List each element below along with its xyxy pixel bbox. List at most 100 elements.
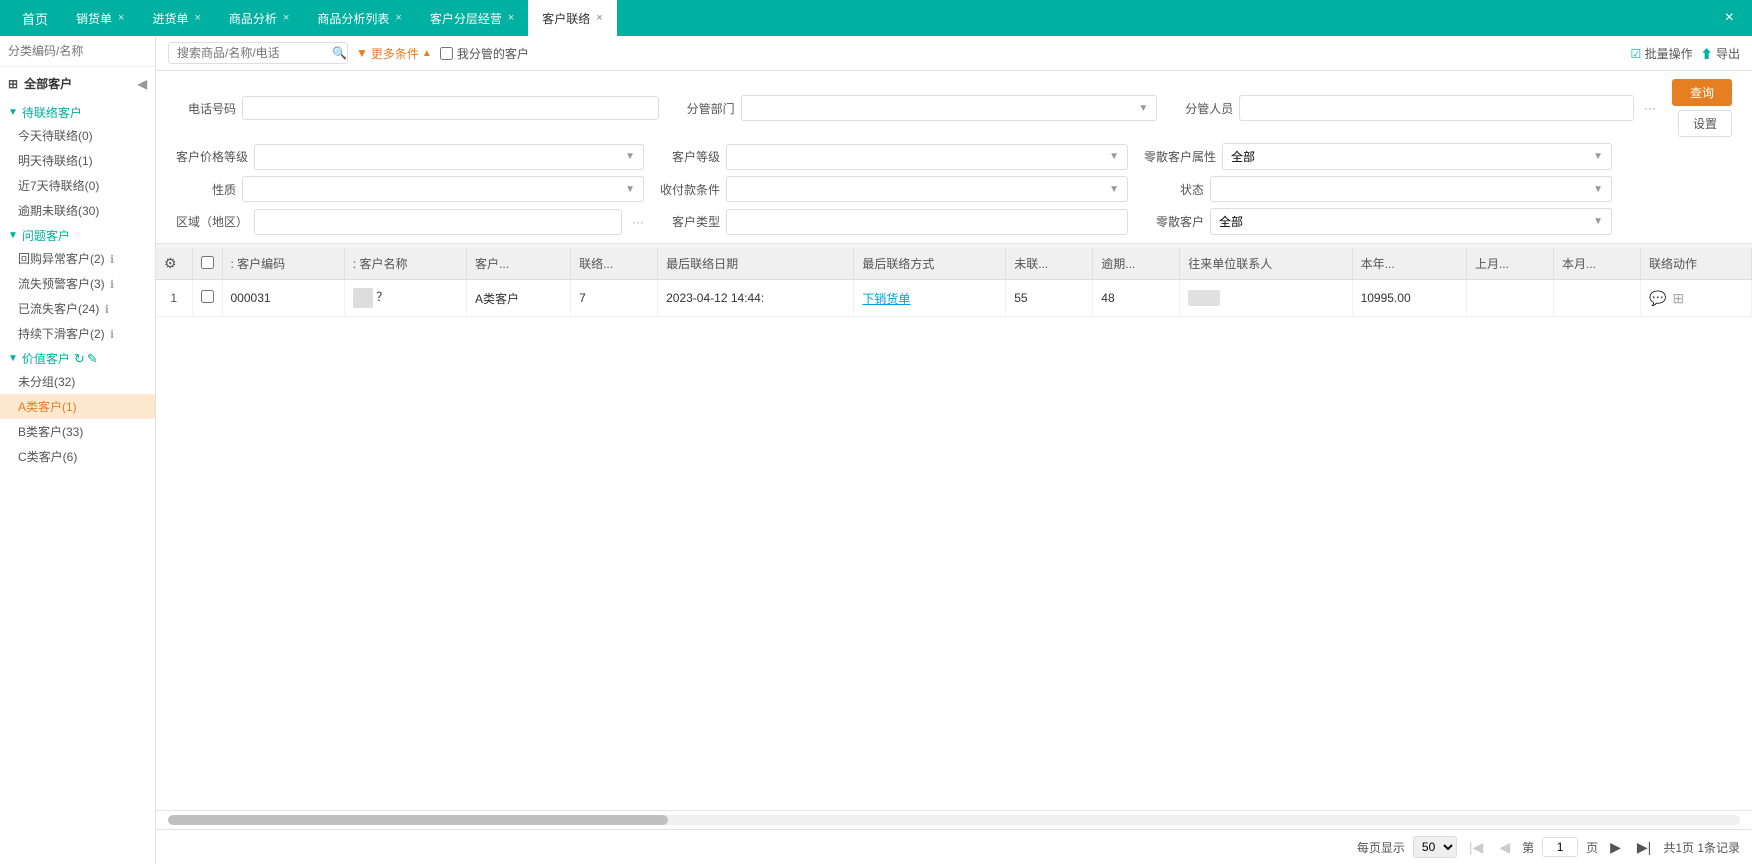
settings-button[interactable]: 设置	[1678, 110, 1732, 137]
sidebar-item-today[interactable]: 今天待联络(0)	[0, 123, 155, 148]
export-btn[interactable]: ⬆ 导出	[1701, 45, 1740, 62]
nav-purchase-order[interactable]: 进货单 ×	[138, 0, 214, 36]
region-dots[interactable]: ···	[632, 215, 644, 229]
nav-close-product-list[interactable]: ×	[395, 12, 401, 24]
sidebar-item-unclassified[interactable]: 未分组(32)	[0, 369, 155, 394]
per-page-select[interactable]: 50	[1413, 836, 1457, 858]
retail-customer-select[interactable]: 全部 ▼	[1210, 208, 1612, 235]
nav-customer-contact[interactable]: 客户联络 ×	[528, 0, 616, 36]
query-button[interactable]: 查询	[1672, 79, 1732, 106]
sidebar-item-declining[interactable]: 持续下滑客户(2) ℹ	[0, 321, 155, 346]
phone-input[interactable]	[242, 96, 659, 120]
customer-level-select[interactable]: ▼	[726, 144, 1128, 170]
contact-method-link[interactable]: 下销货单	[862, 292, 910, 306]
nav-close-all[interactable]: ×	[1715, 9, 1744, 27]
nav-customer-tier[interactable]: 客户分层经营 ×	[416, 0, 528, 36]
toolbar: 🔍 ▼ 更多条件 ▲ 我分管的客户 ☑ 批量操作 ⬆ 导出	[156, 36, 1752, 71]
table-row: 1 000031 ？ A类客户 7 2023-04-12 14:44:	[156, 280, 1752, 317]
sidebar-item-churn-warning[interactable]: 流失预警客户(3) ℹ	[0, 271, 155, 296]
nav-close-product-analysis[interactable]: ×	[283, 12, 289, 24]
region-select[interactable]	[254, 209, 622, 235]
search-input[interactable]	[177, 46, 332, 60]
refresh-icon-value[interactable]: ↻	[74, 351, 85, 367]
status-select[interactable]: ▼	[1210, 176, 1612, 202]
edit-icon-value[interactable]: ✎	[87, 351, 98, 367]
region-label: 区域（地区）	[176, 213, 248, 230]
sidebar-item-tomorrow[interactable]: 明天待联络(1)	[0, 148, 155, 173]
dept-select[interactable]: ▼	[741, 95, 1158, 121]
nav-home[interactable]: 首页	[8, 0, 62, 36]
retail-attr-select[interactable]: 全部 ▼	[1222, 143, 1612, 170]
filter-person: 分管人员 ···	[1165, 95, 1664, 121]
nav-close-tier[interactable]: ×	[508, 12, 514, 24]
row-checkbox[interactable]	[201, 290, 214, 303]
sidebar-item-churned[interactable]: 已流失客户(24) ℹ	[0, 296, 155, 321]
customer-type-select[interactable]	[726, 209, 1128, 235]
prev-page-btn[interactable]: ◀	[1495, 839, 1514, 856]
row-actions: 💬 ⊞	[1641, 280, 1752, 317]
sidebar-collapse-btn[interactable]: ◀	[138, 77, 147, 91]
nav-close-purchase[interactable]: ×	[194, 12, 200, 24]
status-label: 状态	[1144, 181, 1204, 198]
filter-customer-level: 客户等级 ▼	[652, 144, 1136, 170]
price-level-arrow: ▼	[625, 151, 635, 162]
filter-customer-type: 客户类型	[652, 209, 1136, 235]
sidebar-group-pending[interactable]: ▼ 待联络客户	[0, 100, 155, 123]
nav-product-analysis[interactable]: 商品分析 ×	[215, 0, 303, 36]
sidebar-title: 全部客户	[24, 75, 72, 92]
col-this-month: 本月...	[1553, 248, 1640, 280]
price-level-label: 客户价格等级	[176, 148, 248, 165]
col-actions: 联络动作	[1641, 248, 1752, 280]
filter-price-level: 客户价格等级 ▼	[168, 144, 652, 170]
arrow-pending: ▼	[8, 107, 18, 118]
message-action-icon[interactable]: 💬	[1649, 290, 1666, 307]
my-customer-check[interactable]: 我分管的客户	[440, 45, 529, 62]
export-icon: ⬆	[1701, 47, 1713, 61]
sidebar-group-value[interactable]: ▼ 价值客户 ↻ ✎	[0, 346, 155, 369]
retail-customer-arrow: ▼	[1593, 216, 1603, 227]
scroll-thumb[interactable]	[168, 815, 668, 825]
filter-more-btn[interactable]: ▼ 更多条件 ▲	[356, 45, 432, 62]
payment-arrow: ▼	[1109, 184, 1119, 195]
filter-row-1: 电话号码 分管部门 ▼ 分管人员 ··· 查询 设置	[168, 79, 1740, 137]
sidebar-search-input[interactable]	[8, 44, 156, 58]
nature-select[interactable]: ▼	[242, 176, 644, 202]
sidebar-item-overdue-contact[interactable]: 逾期未联络(30)	[0, 198, 155, 223]
row-partner-contact	[1180, 280, 1352, 317]
page-input[interactable]	[1542, 837, 1578, 857]
batch-op-btn[interactable]: ☑ 批量操作	[1631, 45, 1693, 62]
price-level-select[interactable]: ▼	[254, 144, 644, 170]
person-dots[interactable]: ···	[1644, 101, 1656, 115]
my-customer-checkbox[interactable]	[440, 47, 453, 60]
payment-select[interactable]: ▼	[726, 176, 1128, 202]
sidebar-item-class-b[interactable]: B类客户(33)	[0, 419, 155, 444]
toolbar-search-icon[interactable]: 🔍	[332, 46, 347, 60]
page-suffix: 页	[1586, 839, 1598, 856]
main-layout: 🔍 ⊞ 全部客户 ◀ ▼ 待联络客户 今天待联络(0) 明天待联络(1) 近7天…	[0, 36, 1752, 864]
nav-product-analysis-list[interactable]: 商品分析列表 ×	[303, 0, 415, 36]
table-settings-icon[interactable]: ⚙	[164, 255, 177, 271]
next-page-btn[interactable]: ▶	[1606, 839, 1625, 856]
filter-phone: 电话号码	[168, 96, 667, 120]
first-page-btn[interactable]: |◀	[1465, 839, 1487, 856]
nav-sales-order[interactable]: 销货单 ×	[62, 0, 138, 36]
sidebar-group-problem[interactable]: ▼ 问题客户	[0, 223, 155, 246]
nav-close-sales[interactable]: ×	[118, 12, 124, 24]
toolbar-right: ☑ 批量操作 ⬆ 导出	[1631, 45, 1741, 62]
last-page-btn[interactable]: ▶|	[1633, 839, 1655, 856]
info-icon-1: ℹ	[110, 279, 114, 291]
sidebar-item-7days[interactable]: 近7天待联络(0)	[0, 173, 155, 198]
filter-retail-customer: 零散客户 全部 ▼	[1136, 208, 1620, 235]
row-this-month	[1553, 280, 1640, 317]
select-all-checkbox[interactable]	[201, 256, 214, 269]
person-select[interactable]	[1239, 95, 1634, 121]
page-label: 第	[1522, 839, 1534, 856]
sidebar-item-class-a[interactable]: A类客户(1)	[0, 394, 155, 419]
grid-icon: ⊞	[8, 77, 18, 91]
sidebar-item-repurchase-abnormal[interactable]: 回购异常客户(2) ℹ	[0, 246, 155, 271]
grid-action-icon[interactable]: ⊞	[1672, 290, 1684, 307]
sidebar-item-class-c[interactable]: C类客户(6)	[0, 444, 155, 469]
nav-close-contact[interactable]: ×	[596, 12, 602, 24]
filter-row-2: 客户价格等级 ▼ 客户等级 ▼ 零散客户属性 全部 ▼	[168, 143, 1740, 170]
scroll-bar-area	[156, 810, 1752, 829]
